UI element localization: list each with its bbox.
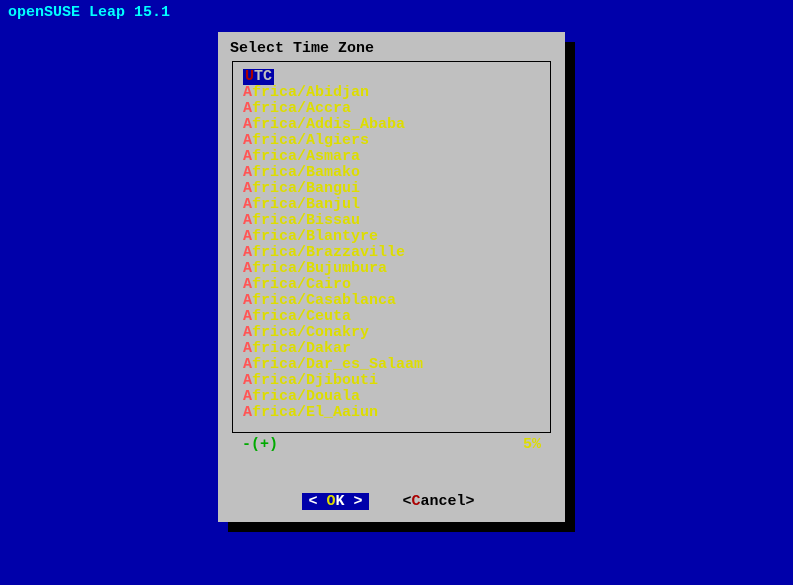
list-item[interactable]: Africa/Bujumbura <box>243 261 540 277</box>
item-label: frica/Dar_es_Salaam <box>252 356 423 373</box>
item-hotkey: A <box>243 180 252 197</box>
item-hotkey: A <box>243 388 252 405</box>
ok-button[interactable]: < OK > <box>302 493 368 510</box>
item-label: frica/Bissau <box>252 212 360 229</box>
list-item[interactable]: Africa/Casablanca <box>243 293 540 309</box>
timezone-dialog: Select Time Zone UTCAfrica/AbidjanAfrica… <box>218 32 565 522</box>
cancel-open: < <box>403 493 412 510</box>
scroll-percent: 5% <box>523 437 541 453</box>
item-label: frica/Ceuta <box>252 308 351 325</box>
item-hotkey: A <box>243 276 252 293</box>
list-item[interactable]: UTC <box>243 69 274 85</box>
item-label: frica/Bujumbura <box>252 260 387 277</box>
button-row: < OK > <Cancel> <box>226 493 557 510</box>
list-item[interactable]: Africa/Ceuta <box>243 309 540 325</box>
item-label: frica/Algiers <box>252 132 369 149</box>
item-hotkey: A <box>243 212 252 229</box>
list-item[interactable]: Africa/Blantyre <box>243 229 540 245</box>
scroll-indicator: -(+) <box>242 437 278 453</box>
item-hotkey: A <box>243 148 252 165</box>
ok-rest: K > <box>335 493 362 510</box>
list-item[interactable]: Africa/Cairo <box>243 277 540 293</box>
item-hotkey: A <box>243 404 252 421</box>
list-item[interactable]: Africa/Djibouti <box>243 373 540 389</box>
cancel-rest: ancel> <box>421 493 475 510</box>
timezone-list[interactable]: UTCAfrica/AbidjanAfrica/AccraAfrica/Addi… <box>232 61 551 433</box>
list-item[interactable]: Africa/Algiers <box>243 133 540 149</box>
list-item[interactable]: Africa/Bangui <box>243 181 540 197</box>
list-item[interactable]: Africa/Bissau <box>243 213 540 229</box>
list-item[interactable]: Africa/Addis_Ababa <box>243 117 540 133</box>
item-hotkey: A <box>243 372 252 389</box>
item-label: frica/Bangui <box>252 180 360 197</box>
list-item[interactable]: Africa/Asmara <box>243 149 540 165</box>
list-item[interactable]: Africa/Conakry <box>243 325 540 341</box>
list-item[interactable]: Africa/Brazzaville <box>243 245 540 261</box>
item-label: frica/Casablanca <box>252 292 396 309</box>
item-label: frica/Bamako <box>252 164 360 181</box>
cancel-hotkey: C <box>412 493 421 510</box>
item-hotkey: A <box>243 340 252 357</box>
item-hotkey: A <box>243 164 252 181</box>
item-hotkey: A <box>243 84 252 101</box>
item-hotkey: A <box>243 228 252 245</box>
item-label: frica/Cairo <box>252 276 351 293</box>
list-item[interactable]: Africa/Douala <box>243 389 540 405</box>
item-hotkey: A <box>243 292 252 309</box>
item-label: frica/Douala <box>252 388 360 405</box>
item-hotkey: A <box>243 244 252 261</box>
list-item[interactable]: Africa/Banjul <box>243 197 540 213</box>
item-label: frica/El_Aaiun <box>252 404 378 421</box>
item-label: frica/Addis_Ababa <box>252 116 405 133</box>
item-label: frica/Asmara <box>252 148 360 165</box>
ok-open: < <box>308 493 326 510</box>
item-hotkey: U <box>245 68 254 85</box>
item-hotkey: A <box>243 196 252 213</box>
item-label: frica/Brazzaville <box>252 244 405 261</box>
item-label: frica/Banjul <box>252 196 360 213</box>
list-item[interactable]: Africa/Abidjan <box>243 85 540 101</box>
scroll-status: -(+) 5% <box>232 437 551 453</box>
list-item[interactable]: Africa/Accra <box>243 101 540 117</box>
item-label: frica/Abidjan <box>252 84 369 101</box>
list-item[interactable]: Africa/El_Aaiun <box>243 405 540 421</box>
item-hotkey: A <box>243 132 252 149</box>
list-item[interactable]: Africa/Bamako <box>243 165 540 181</box>
list-item[interactable]: Africa/Dar_es_Salaam <box>243 357 540 373</box>
item-hotkey: A <box>243 324 252 341</box>
item-label: TC <box>254 68 272 85</box>
item-label: frica/Dakar <box>252 340 351 357</box>
page-title: openSUSE Leap 15.1 <box>0 0 793 25</box>
item-label: frica/Conakry <box>252 324 369 341</box>
item-label: frica/Accra <box>252 100 351 117</box>
list-item[interactable]: Africa/Dakar <box>243 341 540 357</box>
item-hotkey: A <box>243 260 252 277</box>
item-label: frica/Djibouti <box>252 372 378 389</box>
item-hotkey: A <box>243 356 252 373</box>
item-label: frica/Blantyre <box>252 228 378 245</box>
item-hotkey: A <box>243 116 252 133</box>
cancel-button[interactable]: <Cancel> <box>397 493 481 510</box>
item-hotkey: A <box>243 100 252 117</box>
dialog-title: Select Time Zone <box>226 40 557 57</box>
item-hotkey: A <box>243 308 252 325</box>
